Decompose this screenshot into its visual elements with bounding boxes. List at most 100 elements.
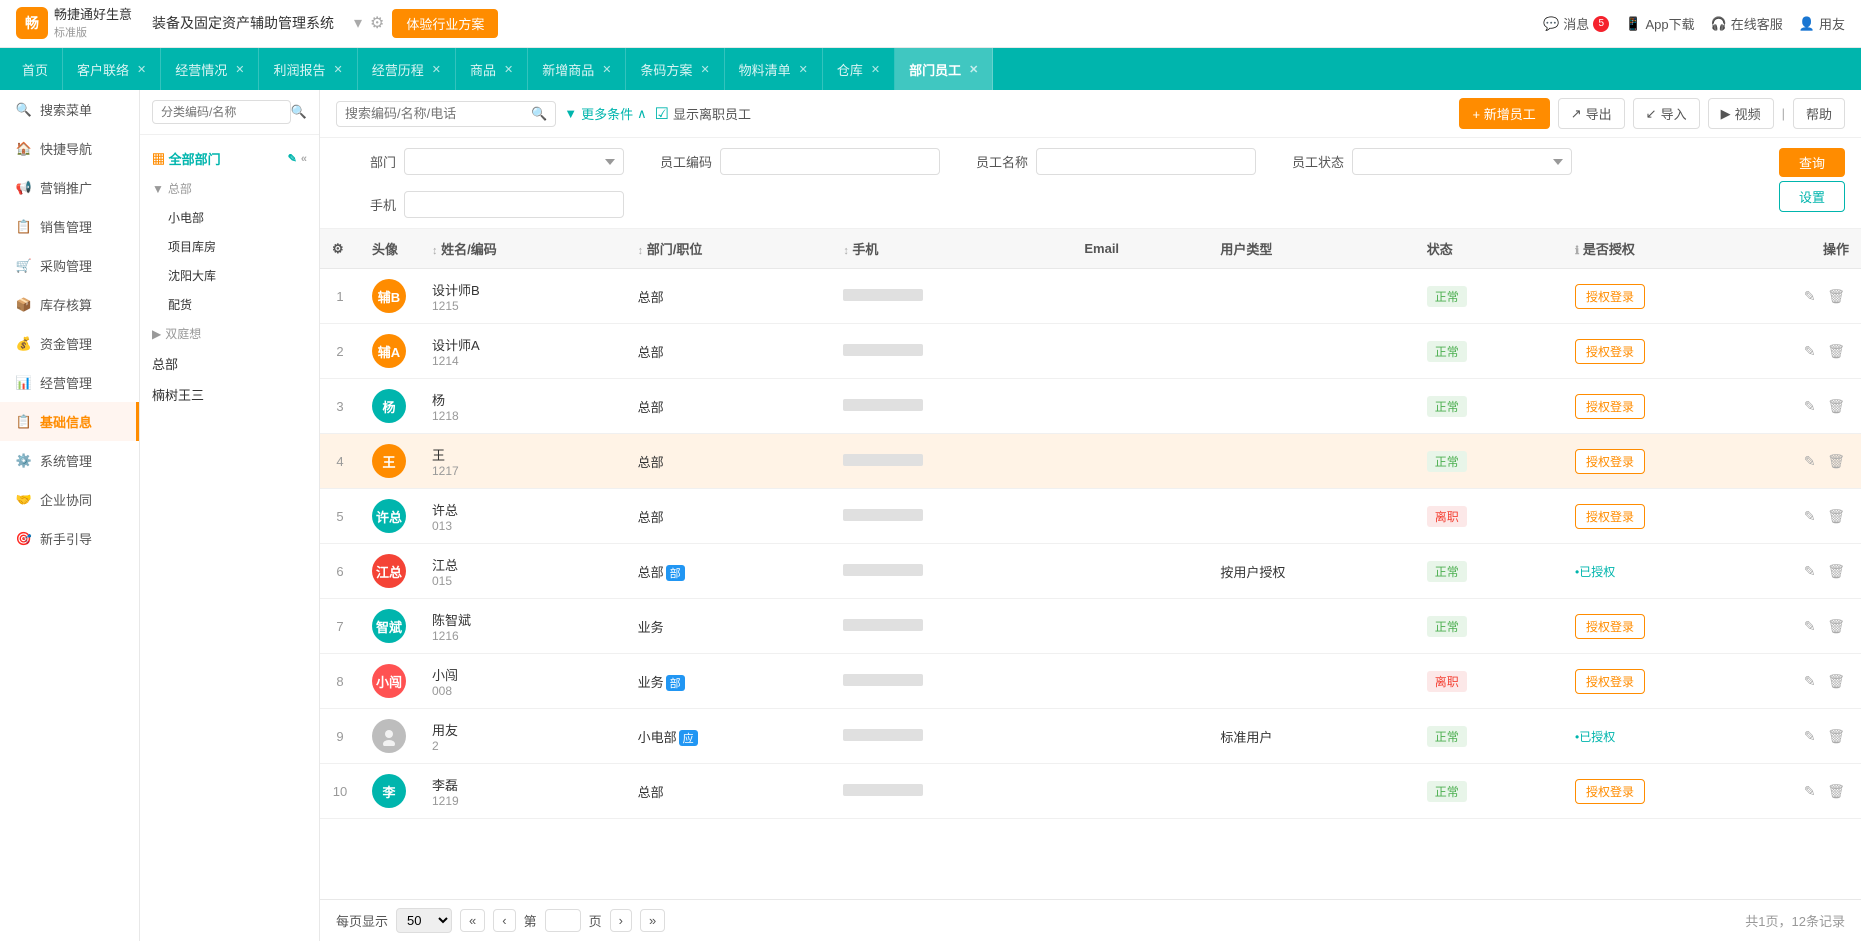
add-employee-btn[interactable]: + 新增员工: [1459, 98, 1550, 129]
per-page-select[interactable]: 50 100: [396, 908, 452, 933]
dept-item-shenyang[interactable]: 沈阳大库: [156, 261, 319, 290]
delete-btn[interactable]: 🗑: [1823, 616, 1849, 637]
delete-btn[interactable]: 🗑: [1823, 726, 1849, 747]
delete-btn[interactable]: 🗑: [1823, 671, 1849, 692]
show-resigned-toggle[interactable]: ☑ 显示离职员工: [655, 104, 751, 124]
sidebar-item-system[interactable]: ⚙️ 系统管理: [0, 441, 139, 480]
auth-btn[interactable]: 授权登录: [1575, 394, 1645, 419]
edit-btn[interactable]: ✎: [1800, 726, 1820, 747]
sidebar-item-collab[interactable]: 🤝 企业协同: [0, 480, 139, 519]
query-btn[interactable]: 查询: [1779, 148, 1845, 177]
edit-btn[interactable]: ✎: [1800, 451, 1820, 472]
edit-btn[interactable]: ✎: [1800, 671, 1820, 692]
service-btn[interactable]: 🎧 在线客服: [1711, 14, 1783, 33]
dept-item-peihuo[interactable]: 配货: [156, 290, 319, 319]
dept-search-input[interactable]: [152, 100, 291, 124]
auth-btn[interactable]: 授权登录: [1575, 284, 1645, 309]
set-btn[interactable]: 设置: [1779, 181, 1845, 212]
delete-btn[interactable]: 🗑: [1823, 506, 1849, 527]
search-submit-icon[interactable]: 🔍: [531, 106, 547, 122]
close-icon[interactable]: ✕: [969, 63, 978, 76]
dept-item-project[interactable]: 项目库房: [156, 232, 319, 261]
edit-btn[interactable]: ✎: [1800, 616, 1820, 637]
tab-new-goods[interactable]: 新增商品✕: [528, 48, 626, 90]
view-btn[interactable]: ▶ 视频: [1708, 98, 1774, 129]
message-btn[interactable]: 💬 消息 5: [1543, 14, 1609, 33]
phone-input[interactable]: [404, 191, 624, 218]
sidebar-item-marketing[interactable]: 📢 营销推广: [0, 168, 139, 207]
dept-item-zongbu[interactable]: 总部: [140, 348, 319, 379]
auth-btn[interactable]: 授权登录: [1575, 504, 1645, 529]
dept-all[interactable]: ▦ 全部部门 ✎ «: [140, 143, 319, 174]
auth-btn[interactable]: 授权登录: [1575, 449, 1645, 474]
help-btn[interactable]: 帮助: [1793, 98, 1845, 129]
sidebar-item-finance[interactable]: 💰 资金管理: [0, 324, 139, 363]
dept-edit-icon[interactable]: ✎: [288, 152, 297, 165]
delete-btn[interactable]: 🗑: [1823, 341, 1849, 362]
tab-finance-status[interactable]: 经营情况✕: [161, 48, 259, 90]
prev-page-btn[interactable]: ‹: [493, 909, 515, 932]
dept-search-icon[interactable]: 🔍: [291, 104, 307, 120]
close-icon[interactable]: ✕: [799, 63, 808, 76]
settings-icon[interactable]: ⚙: [370, 13, 384, 33]
close-icon[interactable]: ✕: [432, 63, 441, 76]
sidebar-item-search[interactable]: 🔍 搜索菜单: [0, 90, 139, 129]
auth-btn[interactable]: 授权登录: [1575, 614, 1645, 639]
close-icon[interactable]: ✕: [334, 63, 343, 76]
dropdown-icon[interactable]: ▾: [354, 13, 362, 33]
dept-item-nanshu[interactable]: 楠树王三: [140, 379, 319, 410]
delete-btn[interactable]: 🗑: [1823, 561, 1849, 582]
tab-home[interactable]: 首页: [8, 48, 63, 90]
close-icon[interactable]: ✕: [700, 63, 709, 76]
close-icon[interactable]: ✕: [504, 63, 513, 76]
edit-btn[interactable]: ✎: [1800, 396, 1820, 417]
trial-btn[interactable]: 体验行业方案: [392, 9, 498, 38]
tab-goods[interactable]: 商品✕: [456, 48, 528, 90]
tab-warehouse[interactable]: 仓库✕: [823, 48, 895, 90]
tab-profit[interactable]: 利润报告✕: [259, 48, 357, 90]
tab-barcode[interactable]: 条码方案✕: [626, 48, 724, 90]
search-input[interactable]: [345, 106, 525, 121]
first-page-btn[interactable]: «: [460, 909, 485, 932]
last-page-btn[interactable]: »: [640, 909, 665, 932]
app-download-btn[interactable]: 📱 App下载: [1625, 14, 1694, 33]
delete-btn[interactable]: 🗑: [1823, 781, 1849, 802]
edit-btn[interactable]: ✎: [1800, 286, 1820, 307]
auth-btn[interactable]: 授权登录: [1575, 669, 1645, 694]
sidebar-item-operation[interactable]: 📊 经营管理: [0, 363, 139, 402]
import-btn[interactable]: ↙ 导入: [1633, 98, 1700, 129]
close-icon[interactable]: ✕: [871, 63, 880, 76]
sidebar-item-basic[interactable]: 📋 基础信息: [0, 402, 139, 441]
tab-customer[interactable]: 客户联络✕: [63, 48, 161, 90]
more-conditions-btn[interactable]: ▼ 更多条件 ∧: [564, 104, 646, 123]
next-page-btn[interactable]: ›: [610, 909, 632, 932]
user-btn[interactable]: 👤 用友: [1799, 14, 1845, 33]
dept-collapse-icon[interactable]: «: [301, 153, 307, 165]
tab-dept-emp[interactable]: 部门员工✕: [895, 48, 993, 90]
auth-btn[interactable]: 授权登录: [1575, 339, 1645, 364]
delete-btn[interactable]: 🗑: [1823, 286, 1849, 307]
edit-btn[interactable]: ✎: [1800, 506, 1820, 527]
close-icon[interactable]: ✕: [602, 63, 611, 76]
page-input[interactable]: 1: [545, 909, 581, 932]
auth-btn[interactable]: 授权登录: [1575, 779, 1645, 804]
sidebar-item-purchase[interactable]: 🛒 采购管理: [0, 246, 139, 285]
emp-status-select[interactable]: [1352, 148, 1572, 175]
sidebar-item-sales[interactable]: 📋 销售管理: [0, 207, 139, 246]
emp-name-input[interactable]: [1036, 148, 1256, 175]
close-icon[interactable]: ✕: [235, 63, 244, 76]
delete-btn[interactable]: 🗑: [1823, 451, 1849, 472]
tab-material[interactable]: 物料清单✕: [725, 48, 823, 90]
export-btn[interactable]: ↗ 导出: [1558, 98, 1625, 129]
edit-btn[interactable]: ✎: [1800, 561, 1820, 582]
sidebar-item-quick-nav[interactable]: 🏠 快捷导航: [0, 129, 139, 168]
close-icon[interactable]: ✕: [137, 63, 146, 76]
dept-item-xiaodian[interactable]: 小电部: [156, 203, 319, 232]
dept-select[interactable]: [404, 148, 624, 175]
tab-history[interactable]: 经营历程✕: [358, 48, 456, 90]
edit-btn[interactable]: ✎: [1800, 781, 1820, 802]
sidebar-item-stock[interactable]: 📦 库存核算: [0, 285, 139, 324]
sidebar-item-guide[interactable]: 🎯 新手引导: [0, 519, 139, 558]
emp-code-input[interactable]: [720, 148, 940, 175]
delete-btn[interactable]: 🗑: [1823, 396, 1849, 417]
